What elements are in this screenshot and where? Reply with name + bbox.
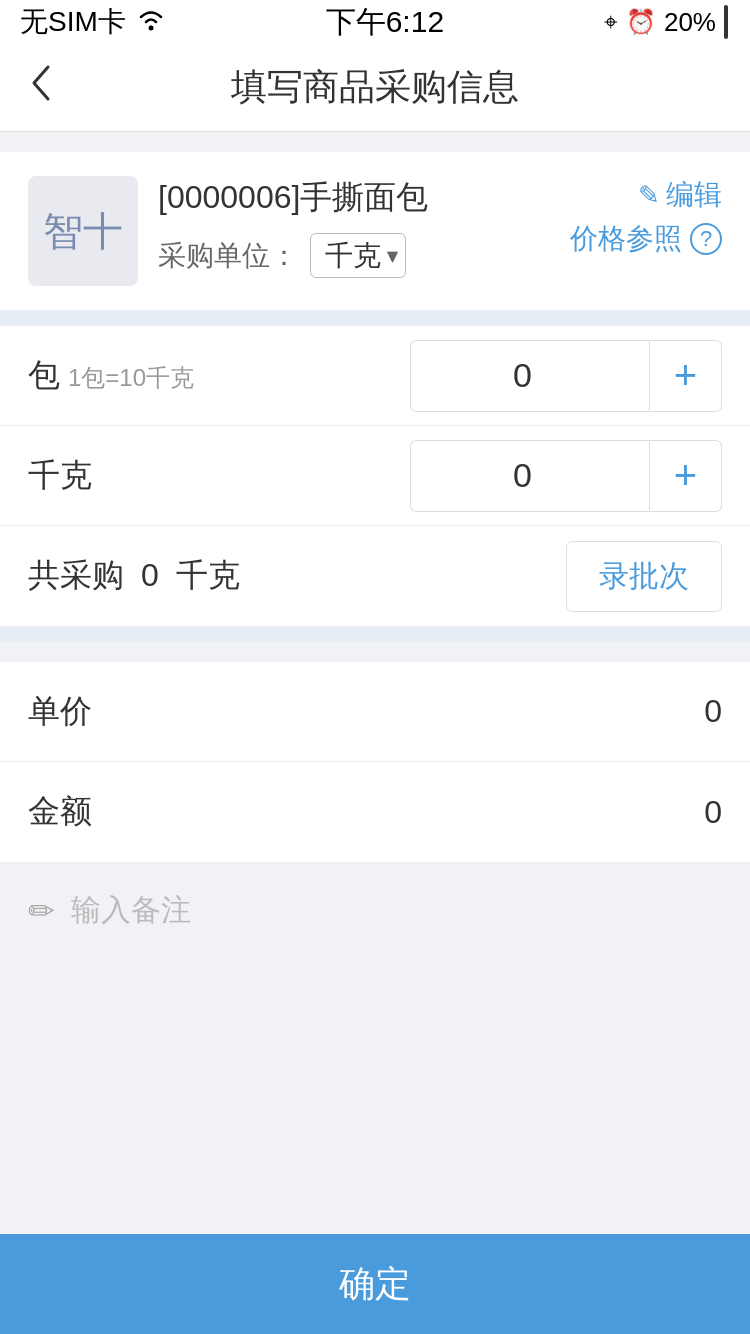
status-left: 无SIM卡	[20, 3, 166, 41]
kg-quantity-input[interactable]	[410, 440, 650, 512]
unit-label: 采购单位：	[158, 237, 298, 275]
status-time: 下午6:12	[326, 2, 444, 43]
price-ref-row[interactable]: 价格参照 ?	[570, 220, 722, 258]
product-thumbnail: 智十	[28, 176, 138, 286]
price-ref-label: 价格参照	[570, 220, 682, 258]
battery-icon	[724, 7, 730, 38]
status-bar: 无SIM卡 下午6:12 ⌖ ⏰ 20%	[0, 0, 750, 44]
bag-quantity-plus[interactable]: +	[650, 340, 722, 412]
total-value: 0	[141, 557, 159, 593]
bag-quantity-input[interactable]	[410, 340, 650, 412]
section-divider-1	[0, 310, 750, 326]
unit-select-wrapper[interactable]: 千克 ▾	[310, 236, 406, 275]
bag-label: 包1包=10千克	[28, 354, 194, 398]
kg-quantity-plus[interactable]: +	[650, 440, 722, 512]
back-button[interactable]	[28, 63, 52, 112]
carrier-label: 无SIM卡	[20, 3, 126, 41]
confirm-button[interactable]: 确定	[0, 1234, 750, 1334]
amount-row: 金额 0	[0, 762, 750, 862]
edit-label: 编辑	[666, 176, 722, 214]
total-label: 共采购 0 千克	[28, 554, 240, 598]
notes-section: ✏ 输入备注	[0, 862, 750, 1062]
price-info-section: 单价 0 金额 0	[0, 662, 750, 862]
wifi-icon	[136, 6, 166, 38]
bag-quantity-row: 包1包=10千克 +	[0, 326, 750, 426]
unit-price-row: 单价 0	[0, 662, 750, 762]
pencil-icon: ✏	[28, 892, 55, 930]
battery-percent: 20%	[664, 7, 716, 38]
kg-input-wrapper: +	[108, 440, 722, 512]
unit-select-button[interactable]: 千克	[310, 233, 406, 278]
bag-input-wrapper: +	[194, 340, 722, 412]
amount-label: 金额	[28, 790, 92, 834]
kg-quantity-row: 千克 +	[0, 426, 750, 526]
total-row: 共采购 0 千克 录批次	[0, 526, 750, 626]
section-divider-2	[0, 626, 750, 642]
notes-row[interactable]: ✏ 输入备注	[28, 890, 722, 931]
location-icon: ⌖	[604, 8, 618, 36]
record-batch-button[interactable]: 录批次	[566, 541, 722, 612]
edit-icon: ✎	[638, 180, 660, 211]
unit-price-label: 单价	[28, 690, 92, 734]
bottom-spacer	[0, 1062, 750, 1162]
page-title: 填写商品采购信息	[231, 63, 519, 112]
status-right: ⌖ ⏰ 20%	[604, 7, 730, 38]
alarm-icon: ⏰	[626, 8, 656, 36]
notes-placeholder[interactable]: 输入备注	[71, 890, 191, 931]
kg-label: 千克	[28, 454, 108, 498]
nav-bar: 填写商品采购信息	[0, 44, 750, 132]
product-card: 智十 [0000006]手撕面包 采购单位： 千克 ▾ ✎ 编辑 价格参照 ?	[0, 152, 750, 310]
quantity-section: 包1包=10千克 + 千克 +	[0, 326, 750, 526]
price-ref-question-icon[interactable]: ?	[690, 223, 722, 255]
product-logo: 智十	[43, 211, 123, 251]
edit-link[interactable]: ✎ 编辑	[638, 176, 722, 214]
unit-price-value: 0	[704, 693, 722, 730]
amount-value: 0	[704, 794, 722, 831]
svg-point-0	[148, 26, 153, 31]
